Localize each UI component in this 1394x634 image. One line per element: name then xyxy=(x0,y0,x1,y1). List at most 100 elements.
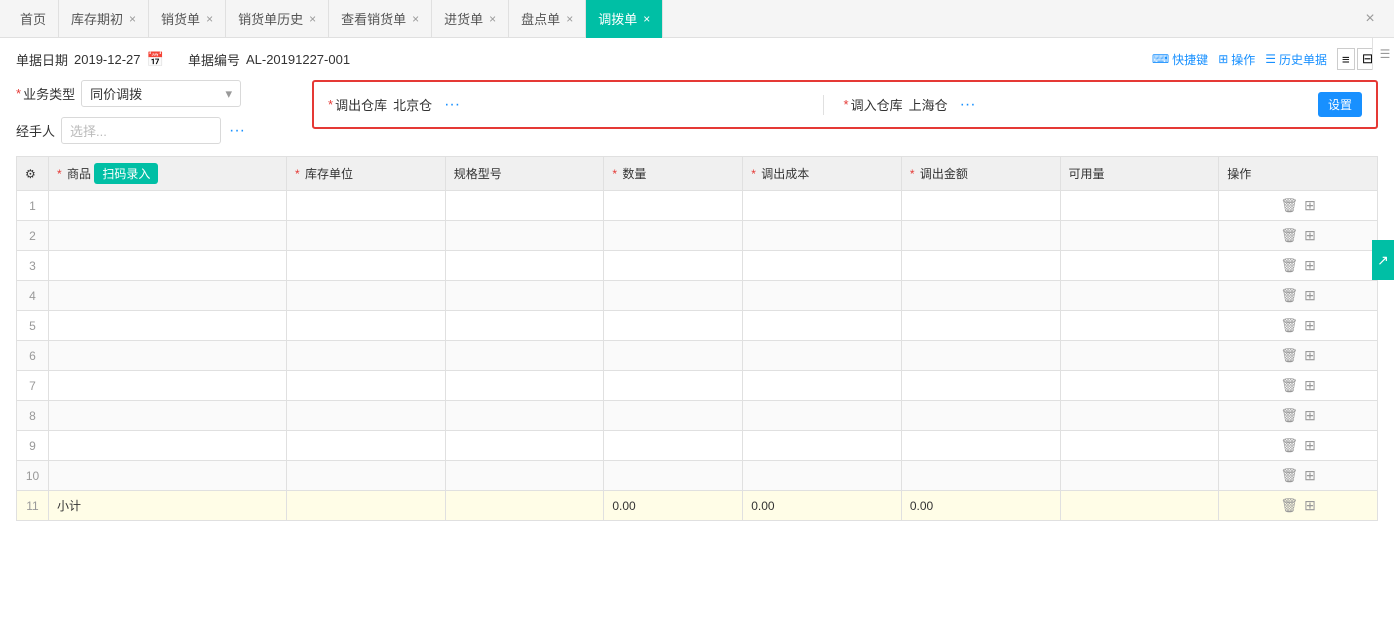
spec-cell[interactable] xyxy=(445,431,604,461)
copy-icon[interactable]: ⊞ xyxy=(1304,377,1316,394)
copy-icon[interactable]: ⊞ xyxy=(1304,287,1316,304)
product-cell[interactable] xyxy=(49,461,287,491)
tab-view-sales[interactable]: 查看销货单 × xyxy=(329,0,432,38)
spec-cell[interactable] xyxy=(445,221,604,251)
list-view-btn[interactable]: ≡ xyxy=(1337,48,1355,70)
tab-home[interactable]: 首页 xyxy=(8,0,59,38)
copy-icon[interactable]: ⊞ xyxy=(1304,197,1316,214)
tab-inventory-init[interactable]: 库存期初 × xyxy=(59,0,149,38)
product-cell[interactable] xyxy=(49,341,287,371)
cost-cell[interactable] xyxy=(743,221,902,251)
settings-button[interactable]: 设置 xyxy=(1318,92,1362,117)
product-cell[interactable] xyxy=(49,371,287,401)
copy-icon[interactable]: ⊞ xyxy=(1304,407,1316,424)
unit-cell[interactable] xyxy=(287,221,446,251)
qty-cell[interactable] xyxy=(604,251,743,281)
qty-cell[interactable] xyxy=(604,191,743,221)
delete-icon[interactable]: 🗑 xyxy=(1280,227,1298,244)
amount-cell[interactable] xyxy=(901,251,1060,281)
tab-sales-order[interactable]: 销货单 × xyxy=(149,0,226,38)
tab-view-sales-close[interactable]: × xyxy=(412,12,419,26)
unit-cell[interactable] xyxy=(287,251,446,281)
handler-more-btn[interactable]: ··· xyxy=(229,122,245,140)
amount-cell[interactable] xyxy=(901,371,1060,401)
unit-cell[interactable] xyxy=(287,191,446,221)
available-cell[interactable] xyxy=(1060,191,1219,221)
amount-cell[interactable] xyxy=(901,431,1060,461)
handler-select[interactable]: 选择... xyxy=(61,117,221,144)
spec-cell[interactable] xyxy=(445,341,604,371)
copy-icon[interactable]: ⊞ xyxy=(1304,347,1316,364)
delete-icon[interactable]: 🗑 xyxy=(1280,197,1298,214)
product-cell[interactable] xyxy=(49,281,287,311)
amount-cell[interactable] xyxy=(901,311,1060,341)
cost-cell[interactable] xyxy=(743,191,902,221)
tab-sales-history-close[interactable]: × xyxy=(309,12,316,26)
delete-icon[interactable]: 🗑 xyxy=(1280,317,1298,334)
col-settings-header[interactable]: ⚙ xyxy=(17,157,49,191)
biz-type-select[interactable]: 同价调拨 ▾ xyxy=(81,80,241,107)
unit-cell[interactable] xyxy=(287,461,446,491)
tab-inventory-check[interactable]: 盘点单 × xyxy=(509,0,586,38)
scan-btn[interactable]: 扫码录入 xyxy=(94,163,158,184)
operations-btn[interactable]: ⊞ 操作 xyxy=(1218,51,1255,68)
copy-icon[interactable]: ⊞ xyxy=(1304,317,1316,334)
cost-cell[interactable] xyxy=(743,371,902,401)
spec-cell[interactable] xyxy=(445,461,604,491)
tab-sales-history[interactable]: 销货单历史 × xyxy=(226,0,329,38)
qty-cell[interactable] xyxy=(604,311,743,341)
subtotal-copy-icon[interactable]: ⊞ xyxy=(1304,497,1316,514)
product-cell[interactable] xyxy=(49,401,287,431)
delete-icon[interactable]: 🗑 xyxy=(1280,377,1298,394)
cost-cell[interactable] xyxy=(743,341,902,371)
spec-cell[interactable] xyxy=(445,251,604,281)
available-cell[interactable] xyxy=(1060,221,1219,251)
available-cell[interactable] xyxy=(1060,401,1219,431)
tab-inventory-init-close[interactable]: × xyxy=(129,12,136,26)
amount-cell[interactable] xyxy=(901,191,1060,221)
available-cell[interactable] xyxy=(1060,281,1219,311)
delete-icon[interactable]: 🗑 xyxy=(1280,257,1298,274)
qty-cell[interactable] xyxy=(604,401,743,431)
delete-icon[interactable]: 🗑 xyxy=(1280,407,1298,424)
available-cell[interactable] xyxy=(1060,251,1219,281)
amount-cell[interactable] xyxy=(901,281,1060,311)
amount-cell[interactable] xyxy=(901,461,1060,491)
shortcuts-btn[interactable]: ⌨ 快捷键 xyxy=(1152,51,1208,68)
cost-cell[interactable] xyxy=(743,431,902,461)
tab-sales-order-close[interactable]: × xyxy=(206,12,213,26)
delete-icon[interactable]: 🗑 xyxy=(1280,437,1298,454)
teal-export-btn[interactable]: ↗ xyxy=(1372,240,1394,280)
tab-transfer-close[interactable]: × xyxy=(643,12,650,26)
unit-cell[interactable] xyxy=(287,341,446,371)
qty-cell[interactable] xyxy=(604,281,743,311)
tab-transfer[interactable]: 调拨单 × xyxy=(586,0,663,38)
tab-inventory-check-close[interactable]: × xyxy=(566,12,573,26)
qty-cell[interactable] xyxy=(604,221,743,251)
window-close-button[interactable]: × xyxy=(1354,0,1386,38)
unit-cell[interactable] xyxy=(287,311,446,341)
right-panel-list-btn[interactable]: ☰ xyxy=(1375,44,1394,64)
available-cell[interactable] xyxy=(1060,371,1219,401)
qty-cell[interactable] xyxy=(604,431,743,461)
delete-icon[interactable]: 🗑 xyxy=(1280,467,1298,484)
copy-icon[interactable]: ⊞ xyxy=(1304,437,1316,454)
delete-icon[interactable]: 🗑 xyxy=(1280,347,1298,364)
cost-cell[interactable] xyxy=(743,311,902,341)
spec-cell[interactable] xyxy=(445,371,604,401)
available-cell[interactable] xyxy=(1060,311,1219,341)
copy-icon[interactable]: ⊞ xyxy=(1304,257,1316,274)
delete-icon[interactable]: 🗑 xyxy=(1280,287,1298,304)
unit-cell[interactable] xyxy=(287,401,446,431)
unit-cell[interactable] xyxy=(287,281,446,311)
unit-cell[interactable] xyxy=(287,431,446,461)
tab-purchase-close[interactable]: × xyxy=(489,12,496,26)
amount-cell[interactable] xyxy=(901,221,1060,251)
product-cell[interactable] xyxy=(49,311,287,341)
copy-icon[interactable]: ⊞ xyxy=(1304,227,1316,244)
cost-cell[interactable] xyxy=(743,461,902,491)
transfer-in-more-btn[interactable]: ··· xyxy=(960,96,976,114)
product-cell[interactable] xyxy=(49,191,287,221)
available-cell[interactable] xyxy=(1060,341,1219,371)
amount-cell[interactable] xyxy=(901,401,1060,431)
